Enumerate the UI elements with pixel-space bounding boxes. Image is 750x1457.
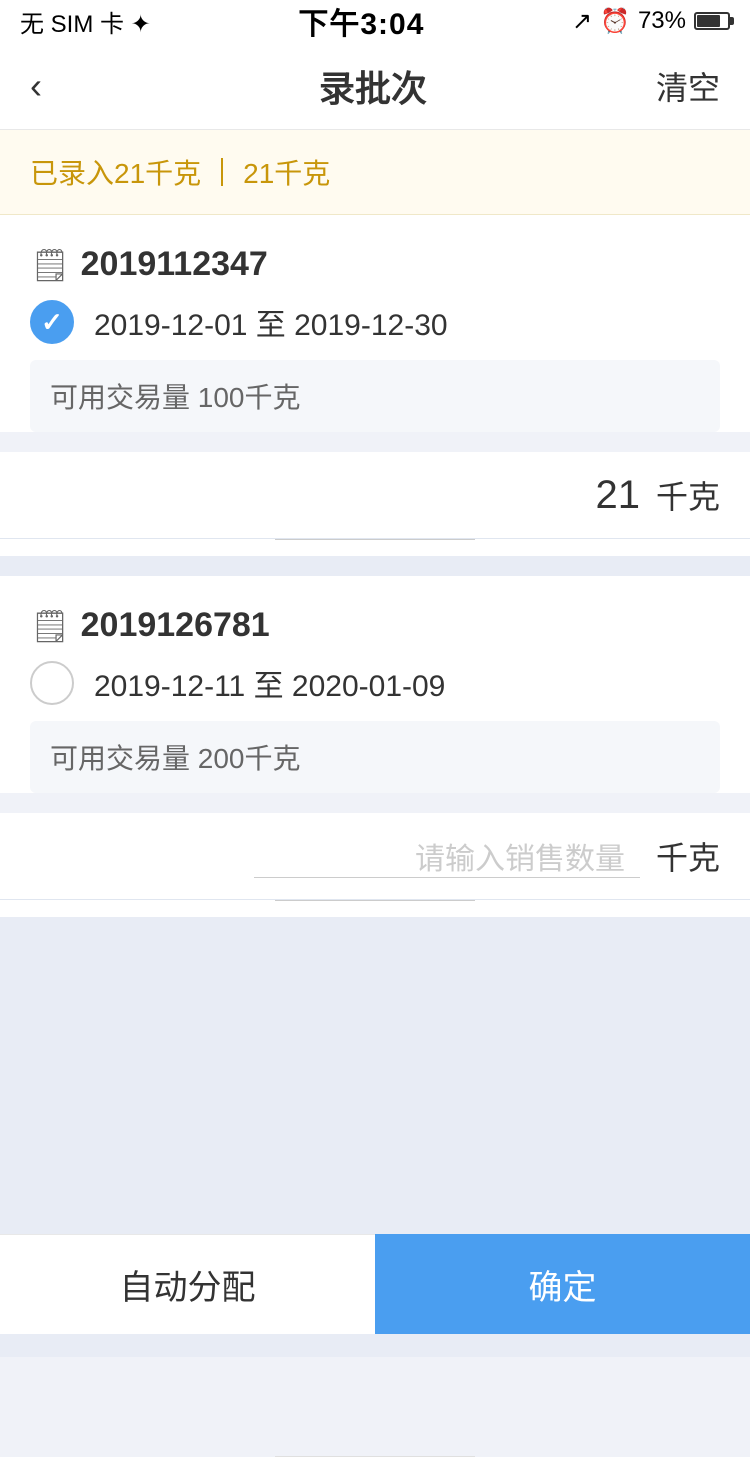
batch-2-available: 可用交易量 200千克 <box>30 721 720 793</box>
status-time: 下午3:04 <box>298 0 424 43</box>
batch-2-unit: 千克 <box>656 833 720 879</box>
batch-2-date: 2019-12-11 至 2020-01-09 <box>94 661 445 705</box>
batch-1-quantity-row: 21 千克 <box>0 452 750 539</box>
clear-button[interactable]: 清空 <box>656 63 720 109</box>
battery-icon <box>694 12 730 30</box>
status-right: ↗ ⏰ 73% <box>572 7 730 36</box>
batch-2-header: 🗒 2019126781 <box>30 606 720 645</box>
batch-2-quantity-input[interactable] <box>254 843 640 878</box>
summary-value: 21千克 <box>243 152 330 192</box>
batch-1-unit: 千克 <box>656 472 720 518</box>
batch-2-radio[interactable] <box>30 661 74 705</box>
batch-2-icon: 🗒 <box>30 607 71 645</box>
summary-divider <box>221 158 223 186</box>
batch-1-header: 🗒 2019112347 <box>30 245 720 284</box>
batch-1-date: 2019-12-01 至 2019-12-30 <box>94 300 448 344</box>
batch-1-radio[interactable] <box>30 300 74 344</box>
back-button[interactable]: ‹ <box>30 65 90 107</box>
status-bar: 无 SIM 卡 ✦ 下午3:04 ↗ ⏰ 73% <box>0 0 750 42</box>
status-left: 无 SIM 卡 ✦ <box>20 4 151 39</box>
batch-2-id: 2019126781 <box>81 606 270 645</box>
batch-card-2: 🗒 2019126781 2019-12-11 至 2020-01-09 可用交… <box>0 576 750 793</box>
batch-1-icon: 🗒 <box>30 246 71 284</box>
no-sim-text: 无 SIM 卡 ✦ <box>20 4 151 39</box>
auto-distribute-button[interactable]: 自动分配 <box>0 1234 375 1334</box>
bottom-bar: 自动分配 确定 <box>0 1234 750 1334</box>
nav-bar: ‹ 录批次 清空 <box>0 42 750 130</box>
summary-bar: 已录入21千克 21千克 <box>0 130 750 215</box>
batch-1-available: 可用交易量 100千克 <box>30 360 720 432</box>
batch-1-id: 2019112347 <box>81 245 268 284</box>
confirm-button[interactable]: 确定 <box>375 1234 750 1334</box>
batch-1-row[interactable]: 2019-12-01 至 2019-12-30 <box>30 300 720 344</box>
section-divider <box>0 556 750 576</box>
direction-icon: ↗ <box>572 7 592 36</box>
page-title: 录批次 <box>319 60 427 112</box>
batch-card-1: 🗒 2019112347 2019-12-01 至 2019-12-30 可用交… <box>0 215 750 432</box>
summary-label: 已录入21千克 <box>30 152 201 192</box>
batch-2-quantity-row: 千克 <box>0 813 750 900</box>
batch-2-row[interactable]: 2019-12-11 至 2020-01-09 <box>30 661 720 705</box>
battery-percent: 73% <box>638 7 686 35</box>
batch-1-quantity-value: 21 <box>560 473 640 518</box>
alarm-icon: ⏰ <box>600 7 630 36</box>
